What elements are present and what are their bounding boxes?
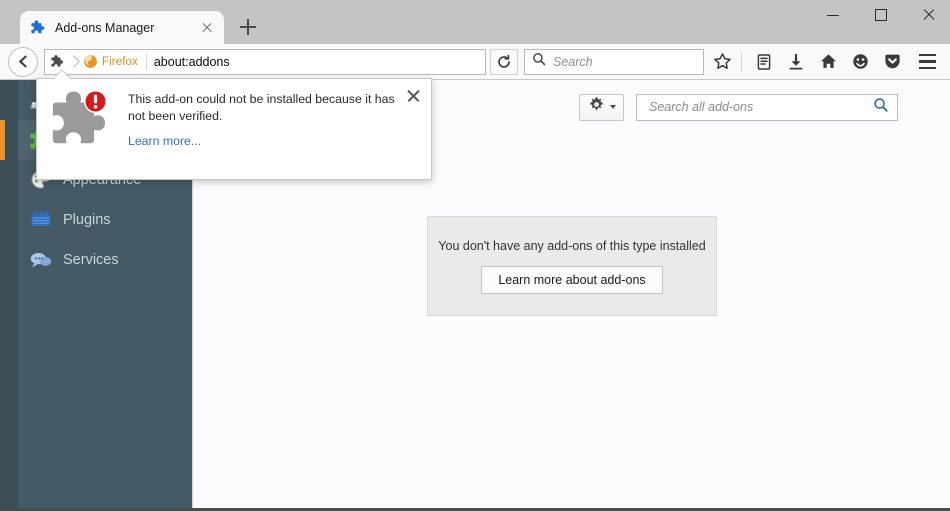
empty-state-message: You don't have any add-ons of this type …: [438, 239, 706, 253]
identity-separator: [145, 53, 147, 70]
learn-more-link[interactable]: Learn more...: [128, 134, 201, 148]
window-maximize-button[interactable]: [858, 0, 904, 30]
learn-more-about-addons-button[interactable]: Learn more about add-ons: [481, 266, 663, 294]
bookmark-star-icon[interactable]: [708, 48, 736, 76]
search-icon[interactable]: [873, 97, 889, 118]
sidebar-item-label: Services: [63, 252, 119, 268]
addons-search-input[interactable]: Search all add-ons: [636, 93, 898, 121]
empty-state-box: You don't have any add-ons of this type …: [427, 216, 717, 316]
addons-search-placeholder: Search all add-ons: [649, 100, 754, 114]
reader-list-icon[interactable]: [750, 48, 778, 76]
install-failed-notification-popup: This add-on could not be installed becau…: [36, 78, 432, 180]
search-icon: [532, 52, 546, 71]
window-minimize-button[interactable]: [810, 0, 856, 30]
app-menu-button[interactable]: [912, 48, 942, 76]
browser-window: Add-ons Manager Firefox about:addons Sea…: [0, 0, 950, 511]
window-close-button[interactable]: [906, 0, 950, 30]
chevron-right-icon: [67, 55, 80, 68]
toolbar-search-box[interactable]: Search: [524, 48, 704, 75]
toolbar-search-placeholder: Search: [553, 54, 593, 69]
synced-tabs-smiley-icon[interactable]: [846, 48, 874, 76]
home-icon[interactable]: [814, 48, 842, 76]
addon-install-puzzle-icon[interactable]: [49, 53, 67, 71]
services-chat-icon: [28, 247, 54, 273]
url-text[interactable]: about:addons: [154, 55, 485, 69]
url-bar[interactable]: Firefox about:addons: [44, 48, 486, 75]
gear-icon: [588, 96, 605, 118]
pocket-shield-icon[interactable]: [878, 48, 906, 76]
sidebar-item-plugins[interactable]: Plugins: [18, 200, 192, 240]
reload-button[interactable]: [490, 48, 518, 75]
download-arrow-icon[interactable]: [782, 48, 810, 76]
sidebar-item-services[interactable]: Services: [18, 240, 192, 280]
tab-strip: Add-ons Manager: [0, 0, 950, 44]
identity-brand-label: Firefox: [102, 55, 138, 68]
popup-arrow: [55, 70, 72, 79]
plugins-brick-icon: [28, 207, 54, 233]
browser-tab-active[interactable]: Add-ons Manager: [20, 11, 224, 44]
addons-tools-gear-button[interactable]: [579, 93, 624, 121]
chevron-down-icon: [609, 105, 616, 109]
sidebar-item-label: Plugins: [63, 212, 111, 228]
puzzle-piece-warning-icon: [51, 88, 113, 146]
close-icon[interactable]: [405, 87, 422, 104]
notification-message: This add-on could not be installed becau…: [128, 92, 395, 123]
close-icon[interactable]: [198, 19, 216, 37]
new-tab-button[interactable]: [234, 13, 262, 41]
back-button[interactable]: [8, 46, 38, 77]
puzzle-piece-icon: [30, 19, 47, 36]
navigation-toolbar: Firefox about:addons Search: [0, 44, 950, 80]
toolbar-separator: [741, 52, 742, 71]
firefox-logo-icon: [83, 54, 98, 69]
tab-title: Add-ons Manager: [55, 20, 155, 35]
